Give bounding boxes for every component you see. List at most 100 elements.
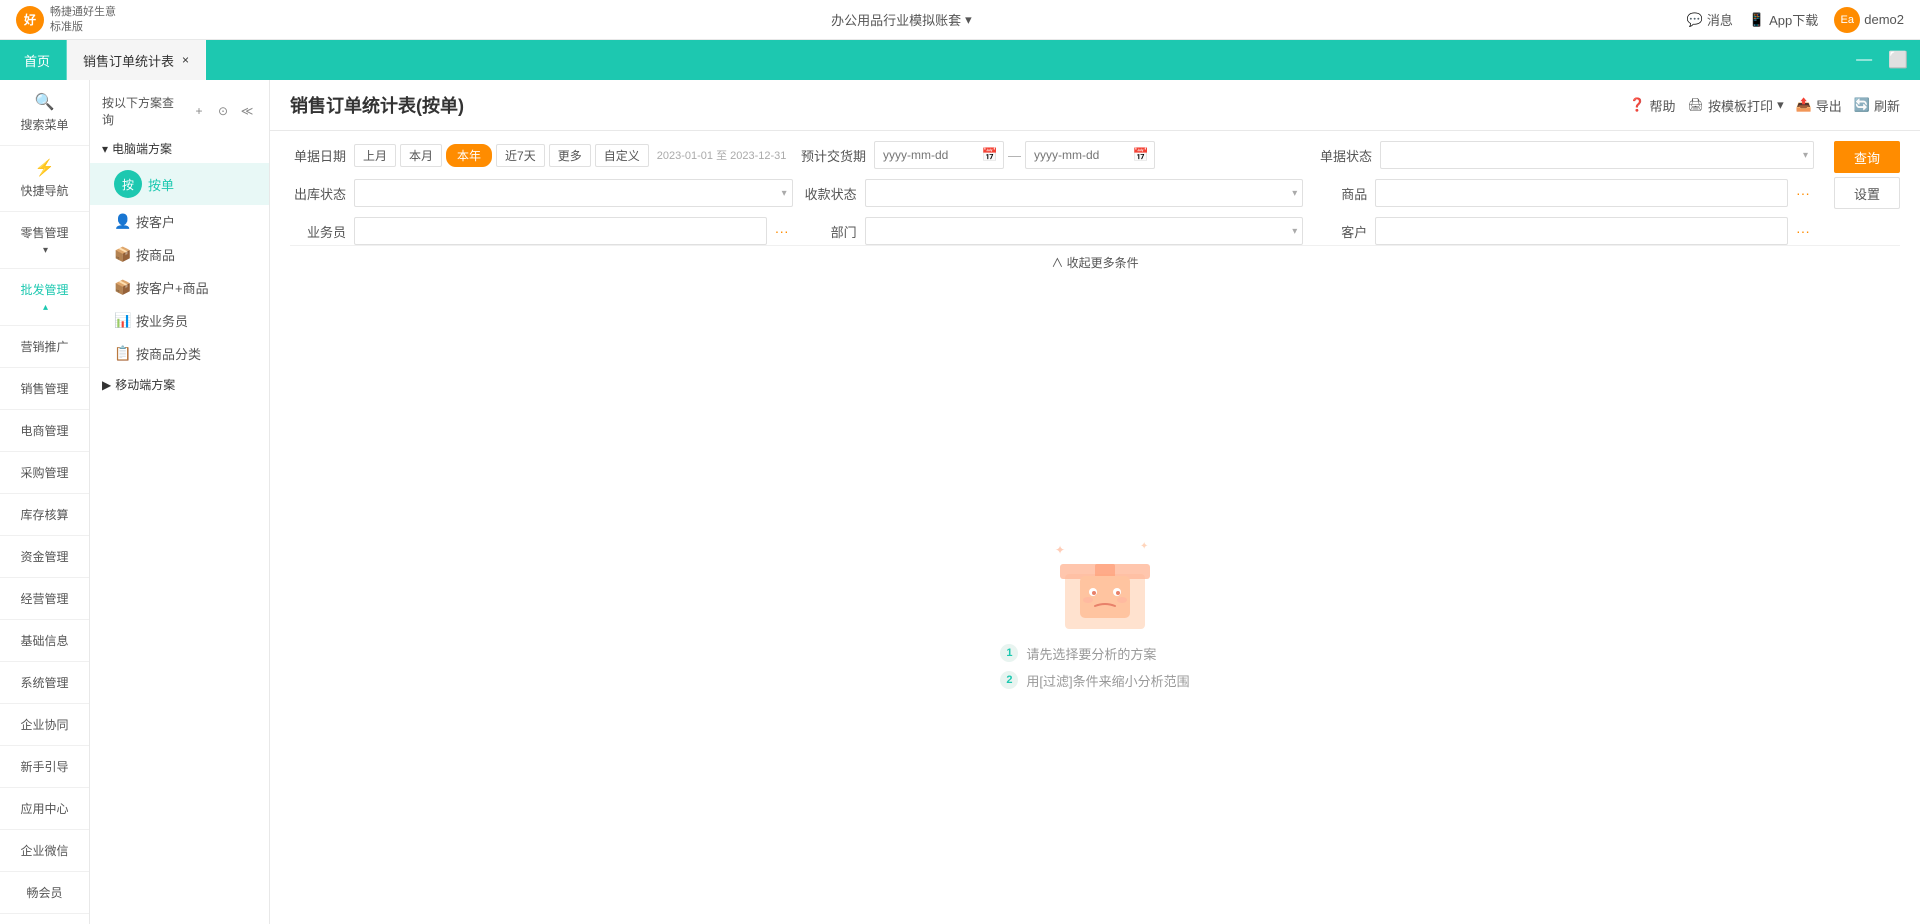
collapse-bar[interactable]: ∧ 收起更多条件 <box>290 245 1900 279</box>
export-btn[interactable]: 📤 导出 <box>1796 96 1842 115</box>
date-btn-this-year[interactable]: 本年 <box>446 144 492 167</box>
scheme-group-mobile[interactable]: ▶ 移动端方案 <box>90 370 269 399</box>
scheme-item-by-order[interactable]: 按 按单 <box>90 163 269 205</box>
empty-hint-item-1: 1 请先选择要分析的方案 <box>1000 644 1189 663</box>
search-icon: 🔍 <box>35 92 55 112</box>
template-print-btn[interactable]: 🖨 按模板打印 ▾ <box>1688 96 1784 115</box>
product-input[interactable] <box>1375 179 1788 207</box>
dropdown-icon[interactable]: ▾ <box>965 12 972 28</box>
sidebar-item-wholesale[interactable]: 批发管理 ▴ <box>0 269 89 326</box>
query-btn[interactable]: 查询 <box>1834 141 1900 173</box>
app-download-btn[interactable]: 📱 App下载 <box>1749 10 1818 29</box>
print-icon: 🖨 <box>1688 97 1705 113</box>
payment-status-wrapper: ▾ <box>865 179 1304 207</box>
customer-ellipsis-btn[interactable]: ··· <box>1792 223 1814 239</box>
sidebar-item-sales[interactable]: 销售管理 <box>0 368 89 410</box>
salesperson-ellipsis-btn[interactable]: ··· <box>771 223 793 239</box>
sidebar-item-marketing[interactable]: 营销推广 <box>0 326 89 368</box>
scheme-panel-header-actions: + ⊙ ≪ <box>189 101 257 121</box>
scheme-add-btn[interactable]: + <box>189 101 209 121</box>
sidebar-item-system[interactable]: 系统管理 <box>0 662 89 704</box>
status-select[interactable] <box>1380 141 1814 169</box>
user-area[interactable]: Ea demo2 <box>1834 7 1904 33</box>
avatar: Ea <box>1834 7 1860 33</box>
date-btn-7days[interactable]: 近7天 <box>496 144 545 167</box>
tab-close-icon[interactable]: × <box>182 53 189 67</box>
expected-date-to-input[interactable] <box>1025 141 1155 169</box>
expected-date-group: 📅 — 📅 <box>874 141 1308 169</box>
sidebar-item-quick-nav[interactable]: ⚡ 快捷导航 <box>0 146 89 212</box>
sidebar-item-ecommerce[interactable]: 电商管理 <box>0 410 89 452</box>
payment-status-select[interactable] <box>865 179 1304 207</box>
category-scheme-icon: 📋 <box>114 345 130 362</box>
scheme-item-by-customer[interactable]: 👤 按客户 <box>90 205 269 238</box>
customer-product-scheme-icon: 📦 <box>114 279 130 296</box>
sidebar-item-member[interactable]: 畅会员 <box>0 872 89 914</box>
filter-section: 单据日期 上月 本月 本年 近7天 更多 自定义 20 <box>270 131 1920 289</box>
expected-date-label: 预计交货期 <box>796 146 866 165</box>
empty-state: ✦ ✦ 1 请先选择要分析的方案 2 用[过滤]条件来缩小分析范围 <box>270 289 1920 924</box>
scheme-panel-header: 按以下方案查询 + ⊙ ≪ <box>90 88 269 134</box>
sidebar-item-enterprise[interactable]: 企业协同 <box>0 704 89 746</box>
scheme-collapse-btn[interactable]: ≪ <box>237 101 257 121</box>
date-quick-btns: 上月 本月 本年 近7天 更多 自定义 <box>354 144 649 167</box>
salesperson-field-wrapper: ··· <box>354 217 793 245</box>
scheme-item-by-product[interactable]: 📦 按商品 <box>90 238 269 271</box>
sidebar-item-newcomer[interactable]: 新手引导 <box>0 746 89 788</box>
refresh-btn[interactable]: 🔄 刷新 <box>1854 96 1900 115</box>
message-btn[interactable]: 💬 消息 <box>1687 10 1733 29</box>
date-range-display: 2023-01-01 至 2023-12-31 <box>657 147 787 163</box>
page-header-actions: ❓ 帮助 🖨 按模板打印 ▾ 📤 导出 🔄 刷新 <box>1629 96 1900 115</box>
top-bar-center[interactable]: 办公用品行业模拟账套 ▾ <box>831 10 972 29</box>
scheme-item-by-category[interactable]: 📋 按商品分类 <box>90 337 269 370</box>
sidebar-item-purchase[interactable]: 采购管理 <box>0 452 89 494</box>
help-btn[interactable]: ❓ 帮助 <box>1629 96 1675 115</box>
scheme-panel: 按以下方案查询 + ⊙ ≪ ▾ 电脑端方案 按 按单 👤 按客户 📦 <box>90 80 270 924</box>
logo-area: 好 畅捷通好生意 标准版 <box>16 5 116 34</box>
customer-field-wrapper: ··· <box>1375 217 1814 245</box>
svg-text:✦: ✦ <box>1140 541 1148 552</box>
tab-maximize-btn[interactable]: ⬜ <box>1884 46 1912 74</box>
expected-date-to-wrapper: 📅 <box>1025 141 1155 169</box>
salesperson-label: 业务员 <box>290 222 346 241</box>
date-btn-last-month[interactable]: 上月 <box>354 144 396 167</box>
scheme-item-by-customer-product[interactable]: 📦 按客户+商品 <box>90 271 269 304</box>
delivery-status-select[interactable] <box>354 179 793 207</box>
sidebar-item-operations[interactable]: 经营管理 <box>0 578 89 620</box>
page-title: 销售订单统计表(按单) <box>290 92 464 118</box>
sidebar-item-app-center[interactable]: 应用中心 <box>0 788 89 830</box>
department-label: 部门 <box>801 222 857 241</box>
tab-minimize-btn[interactable]: — <box>1852 47 1876 73</box>
wholesale-arrow-icon: ▴ <box>43 302 48 313</box>
scheme-item-by-salesperson[interactable]: 📊 按业务员 <box>90 304 269 337</box>
customer-label: 客户 <box>1311 222 1367 241</box>
sidebar-item-inventory[interactable]: 库存核算 <box>0 494 89 536</box>
date-btn-this-month[interactable]: 本月 <box>400 144 442 167</box>
department-select[interactable] <box>865 217 1304 245</box>
salesperson-input[interactable] <box>354 217 767 245</box>
sidebar-item-search-menu[interactable]: 🔍 搜索菜单 <box>0 80 89 146</box>
date-btn-custom[interactable]: 自定义 <box>595 144 649 167</box>
date-label: 单据日期 <box>290 146 346 165</box>
sidebar-item-finance[interactable]: 资金管理 <box>0 536 89 578</box>
btn-group-right: 查询 设置 <box>1834 141 1900 209</box>
customer-input[interactable] <box>1375 217 1788 245</box>
tab-home[interactable]: 首页 <box>8 40 67 80</box>
product-ellipsis-btn[interactable]: ··· <box>1792 185 1814 201</box>
expected-date-from-input[interactable] <box>874 141 1004 169</box>
mobile-icon: 📱 <box>1749 12 1765 28</box>
sidebar: 🔍 搜索菜单 ⚡ 快捷导航 零售管理 ▾ 批发管理 ▴ 营销推广 销售管理 电商… <box>0 80 90 924</box>
main-layout: 🔍 搜索菜单 ⚡ 快捷导航 零售管理 ▾ 批发管理 ▴ 营销推广 销售管理 电商… <box>0 80 1920 924</box>
tab-sales-order[interactable]: 销售订单统计表 × <box>67 40 206 80</box>
retail-arrow-icon: ▾ <box>43 245 48 256</box>
settings-btn[interactable]: 设置 <box>1834 177 1900 209</box>
scheme-group-pc[interactable]: ▾ 电脑端方案 <box>90 134 269 163</box>
sidebar-item-retail[interactable]: 零售管理 ▾ <box>0 212 89 269</box>
sidebar-item-basics[interactable]: 基础信息 <box>0 620 89 662</box>
scheme-active-dot: 按 <box>114 170 142 198</box>
top-bar-right: 💬 消息 📱 App下载 Ea demo2 <box>1687 7 1904 33</box>
scheme-edit-btn[interactable]: ⊙ <box>213 101 233 121</box>
date-btn-more[interactable]: 更多 <box>549 144 591 167</box>
sidebar-item-corp-wechat[interactable]: 企业微信 <box>0 830 89 872</box>
delivery-status-label: 出库状态 <box>290 184 346 203</box>
